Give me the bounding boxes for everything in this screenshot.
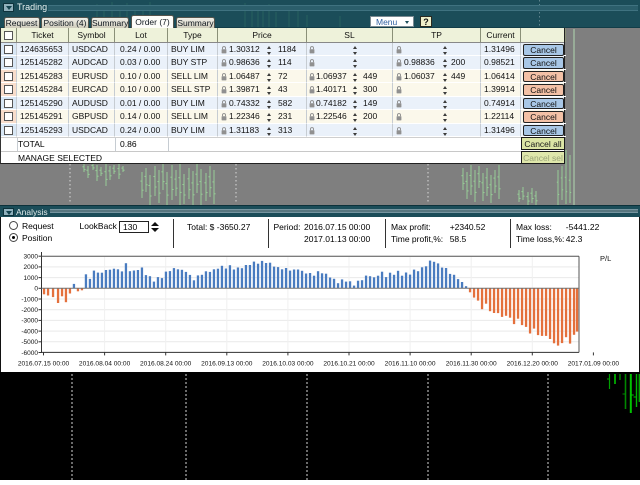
svg-text:3000: 3000 — [24, 254, 39, 261]
svg-text:2016.12.20 00:00: 2016.12.20 00:00 — [507, 361, 559, 368]
svg-text:-3000: -3000 — [21, 318, 38, 325]
svg-text:2016.08.24 00:00: 2016.08.24 00:00 — [140, 361, 192, 368]
svg-text:2016.09.13 00:00: 2016.09.13 00:00 — [201, 361, 253, 368]
svg-text:2016.11.30 00:00: 2016.11.30 00:00 — [446, 361, 497, 368]
svg-text:-6000: -6000 — [21, 350, 38, 357]
svg-text:-4000: -4000 — [21, 328, 38, 335]
svg-text:2016.11.10 00:00: 2016.11.10 00:00 — [385, 361, 436, 368]
svg-text:-1000: -1000 — [21, 296, 38, 303]
svg-text:2016.10.03 00:00: 2016.10.03 00:00 — [262, 361, 314, 368]
svg-text:2016.10.21 00:00: 2016.10.21 00:00 — [323, 361, 375, 368]
svg-text:-2000: -2000 — [21, 307, 38, 314]
svg-text:2000: 2000 — [24, 264, 39, 271]
svg-text:1000: 1000 — [24, 275, 39, 282]
svg-text:0: 0 — [34, 286, 38, 293]
svg-text:P/L: P/L — [600, 254, 611, 263]
svg-text:-5000: -5000 — [21, 339, 38, 346]
svg-text:2016.07.15 00:00: 2016.07.15 00:00 — [18, 361, 70, 368]
svg-text:2016.08.04 00:00: 2016.08.04 00:00 — [79, 361, 131, 368]
svg-text:2017.01.09 00:00: 2017.01.09 00:00 — [568, 361, 620, 368]
